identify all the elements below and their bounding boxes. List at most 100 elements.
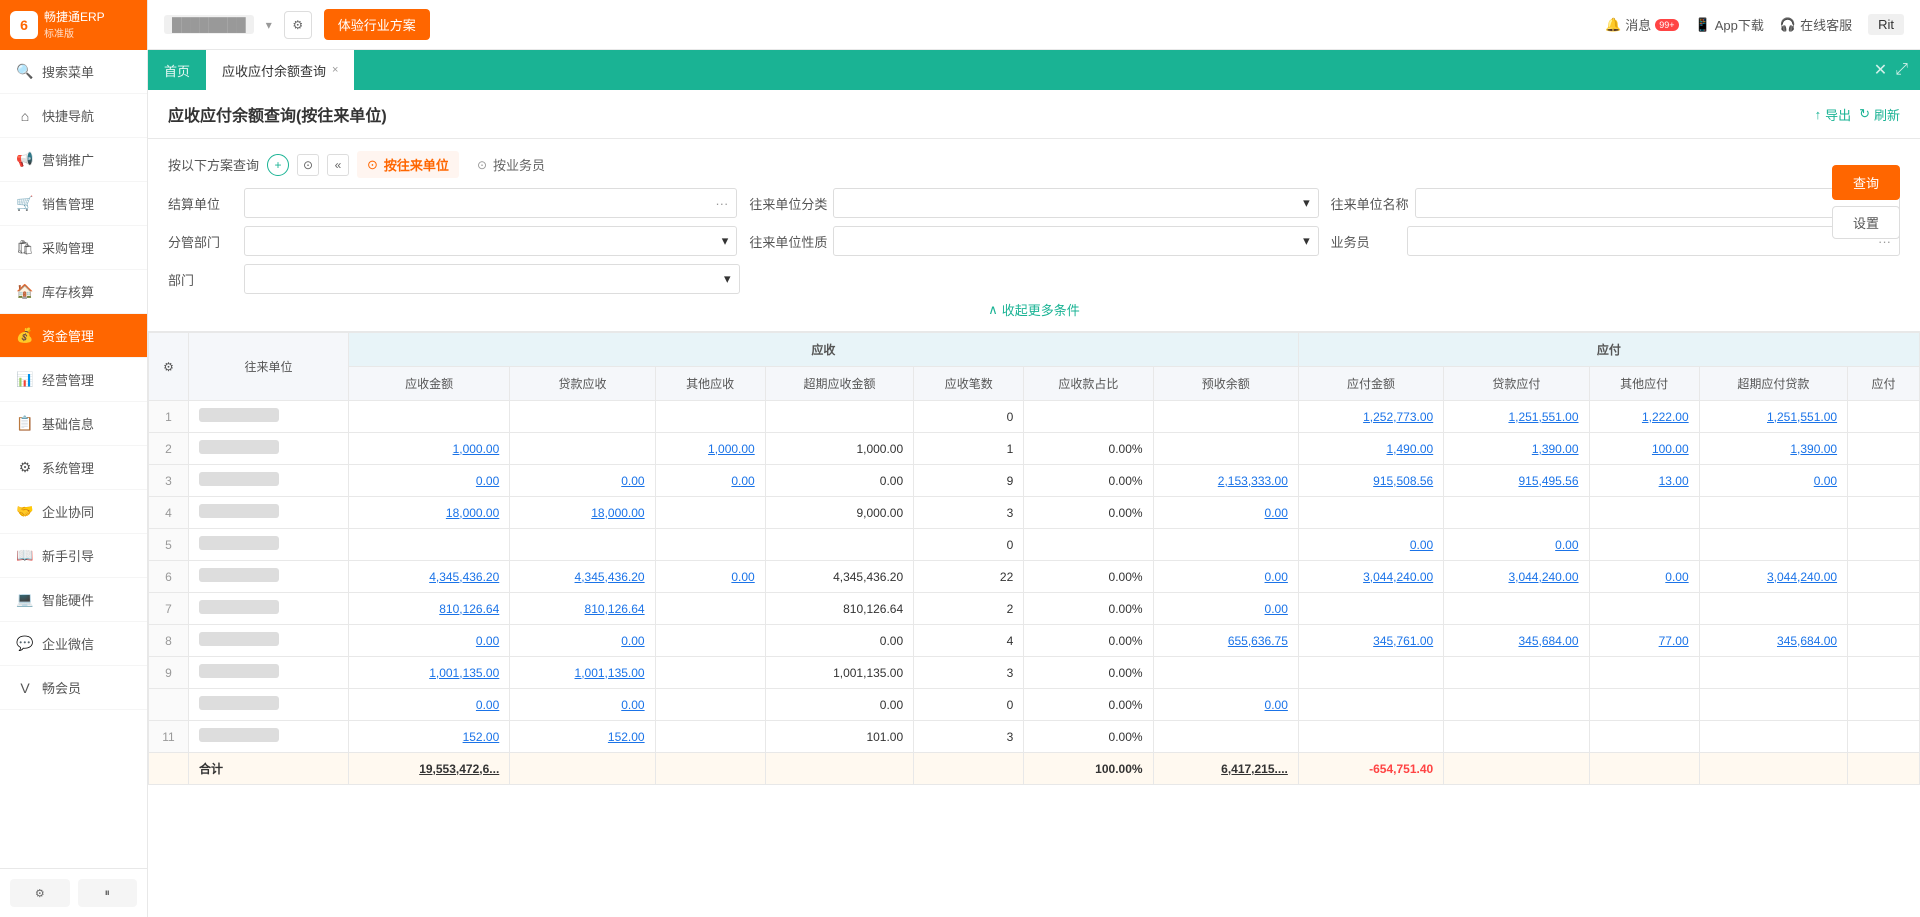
filter-collapse-left-button[interactable]: «	[327, 154, 349, 176]
sidebar-item-marketing[interactable]: 📢营销推广	[0, 138, 147, 182]
table-cell[interactable]: 152.00	[349, 721, 510, 753]
table-cell[interactable]: 655,636.75	[1153, 625, 1298, 657]
sidebar-item-inventory[interactable]: 🏠库存核算	[0, 270, 147, 314]
window-expand-icon[interactable]: ⤢	[1895, 61, 1908, 79]
settings-button[interactable]: 设置	[1832, 206, 1900, 239]
sidebar-item-finance[interactable]: 💰资金管理	[0, 314, 147, 358]
table-cell[interactable]: 0.00	[349, 625, 510, 657]
sidebar-collapse-button[interactable]: ⏸	[78, 879, 138, 907]
table-cell[interactable]: 1,251,551.00	[1444, 401, 1589, 433]
table-cell[interactable]: 1,252,773.00	[1298, 401, 1443, 433]
sidebar-item-cooperation[interactable]: 🤝企业协同	[0, 490, 147, 534]
table-cell[interactable]: 0.00	[655, 561, 765, 593]
sidebar-item-hardware[interactable]: 💻智能硬件	[0, 578, 147, 622]
filter-select-department[interactable]: ▾	[244, 264, 740, 294]
table-cell[interactable]: 13.00	[1589, 465, 1699, 497]
table-cell[interactable]: 0.00	[510, 465, 655, 497]
filter-select-salesperson[interactable]: ···	[1407, 226, 1900, 256]
table-cell[interactable]: 915,508.56	[1298, 465, 1443, 497]
table-cell[interactable]: 1,490.00	[1298, 433, 1443, 465]
collapse-button[interactable]: ∧ 收起更多条件	[988, 300, 1080, 319]
table-cell[interactable]: 1,222.00	[1589, 401, 1699, 433]
table-cell[interactable]: 1,000.00	[655, 433, 765, 465]
table-cell[interactable]: 1,001,135.00	[510, 657, 655, 689]
filter-select-partner-type[interactable]: ▾	[833, 188, 1318, 218]
table-cell[interactable]: 0.00	[1153, 689, 1298, 721]
table-cell[interactable]: 1,390.00	[1699, 433, 1847, 465]
sidebar-item-guide[interactable]: 📖新手引导	[0, 534, 147, 578]
export-button[interactable]: ↑ 导出	[1815, 105, 1852, 124]
query-button[interactable]: 查询	[1832, 165, 1900, 200]
table-cell[interactable]: 0.00	[349, 689, 510, 721]
sidebar-item-purchase[interactable]: 🛍采购管理	[0, 226, 147, 270]
table-cell[interactable]: 1,000.00	[349, 433, 510, 465]
table-cell[interactable]: 18,000.00	[510, 497, 655, 529]
refresh-button[interactable]: ↻ 刷新	[1859, 105, 1900, 124]
customer-service-action[interactable]: 🎧 在线客服	[1780, 15, 1852, 34]
sidebar-item-search[interactable]: 🔍搜索菜单	[0, 50, 147, 94]
table-cell[interactable]: 100.00	[1589, 433, 1699, 465]
table-cell[interactable]: 0.00	[1298, 529, 1443, 561]
table-cell[interactable]: 0.00	[1153, 561, 1298, 593]
table-row: 91,001,135.001,001,135.001,001,135.0030.…	[149, 657, 1920, 689]
filter-add-button[interactable]: +	[267, 154, 289, 176]
table-cell[interactable]: 0.00	[510, 689, 655, 721]
tab-home[interactable]: 首页	[148, 50, 206, 90]
table-cell[interactable]: 4,345,436.20	[510, 561, 655, 593]
filter-scheme-employee[interactable]: ⊙ 按业务员	[467, 151, 555, 178]
table-cell[interactable]: 1,251,551.00	[1699, 401, 1847, 433]
table-cell[interactable]: 18,000.00	[349, 497, 510, 529]
filter-select-partner-nature[interactable]: ▾	[833, 226, 1318, 256]
table-cell[interactable]: 3,044,240.00	[1298, 561, 1443, 593]
table-cell[interactable]: 1,001,135.00	[349, 657, 510, 689]
filter-settings-button[interactable]: ⊙	[297, 154, 319, 176]
sidebar-item-member[interactable]: V畅会员	[0, 666, 147, 710]
notification-action[interactable]: 🔔 消息 99+	[1605, 15, 1678, 34]
user-info[interactable]: Rit	[1868, 14, 1904, 35]
window-close-icon[interactable]: ✕	[1874, 60, 1887, 80]
table-cell[interactable]: 2,153,333.00	[1153, 465, 1298, 497]
table-cell[interactable]: 0.00	[1444, 529, 1589, 561]
table-cell	[655, 593, 765, 625]
table-cell[interactable]: 345,684.00	[1444, 625, 1589, 657]
table-cell[interactable]: 345,684.00	[1699, 625, 1847, 657]
sidebar-item-wechat[interactable]: 💬企业微信	[0, 622, 147, 666]
footer-recv-advance[interactable]: 6,417,215....	[1153, 753, 1298, 785]
table-cell[interactable]: 810,126.64	[510, 593, 655, 625]
company-dropdown[interactable]: ▾	[266, 18, 272, 32]
table-cell[interactable]: 0.00	[1153, 593, 1298, 625]
table-cell[interactable]: 0.00	[655, 465, 765, 497]
table-cell[interactable]: 3,044,240.00	[1444, 561, 1589, 593]
industry-solution-button[interactable]: 体验行业方案	[324, 9, 430, 40]
filter-select-dept[interactable]: ▾	[244, 226, 737, 256]
table-cell[interactable]: 0.00	[349, 465, 510, 497]
table-cell[interactable]: 1,390.00	[1444, 433, 1589, 465]
tab-receivable-payable[interactable]: 应收应付余额查询 ×	[206, 50, 354, 90]
sidebar-item-operation[interactable]: 📊经营管理	[0, 358, 147, 402]
app-download-action[interactable]: 📱 App下载	[1695, 15, 1764, 34]
filter-field-department: 部门 ▾	[168, 264, 740, 294]
tab-close-icon[interactable]: ×	[332, 64, 338, 76]
table-cell[interactable]: 0.00	[1699, 465, 1847, 497]
table-cell[interactable]: 915,495.56	[1444, 465, 1589, 497]
table-cell[interactable]: 152.00	[510, 721, 655, 753]
footer-recv-amount[interactable]: 19,553,472,6...	[349, 753, 510, 785]
table-cell[interactable]: 0.00	[1153, 497, 1298, 529]
sidebar-item-sales[interactable]: 🛒销售管理	[0, 182, 147, 226]
settings-gear[interactable]: ⚙	[284, 11, 312, 39]
table-cell[interactable]: 810,126.64	[349, 593, 510, 625]
table-cell[interactable]: 0.00	[1589, 561, 1699, 593]
filter-scheme-partner[interactable]: ⊙ 按往来单位	[357, 151, 459, 178]
table-cell[interactable]: 77.00	[1589, 625, 1699, 657]
table-cell[interactable]: 345,761.00	[1298, 625, 1443, 657]
filter-input-settlement[interactable]: ···	[244, 188, 737, 218]
sidebar-item-basic[interactable]: 📋基础信息	[0, 402, 147, 446]
filter-input-partner-name[interactable]	[1415, 188, 1900, 218]
sidebar-item-system[interactable]: ⚙系统管理	[0, 446, 147, 490]
col-settings-header[interactable]: ⚙	[149, 333, 189, 401]
sidebar-item-quick-nav[interactable]: ⌂快捷导航	[0, 94, 147, 138]
sidebar-settings-button[interactable]: ⚙	[10, 879, 70, 907]
table-cell[interactable]: 3,044,240.00	[1699, 561, 1847, 593]
table-cell[interactable]: 4,345,436.20	[349, 561, 510, 593]
table-cell[interactable]: 0.00	[510, 625, 655, 657]
